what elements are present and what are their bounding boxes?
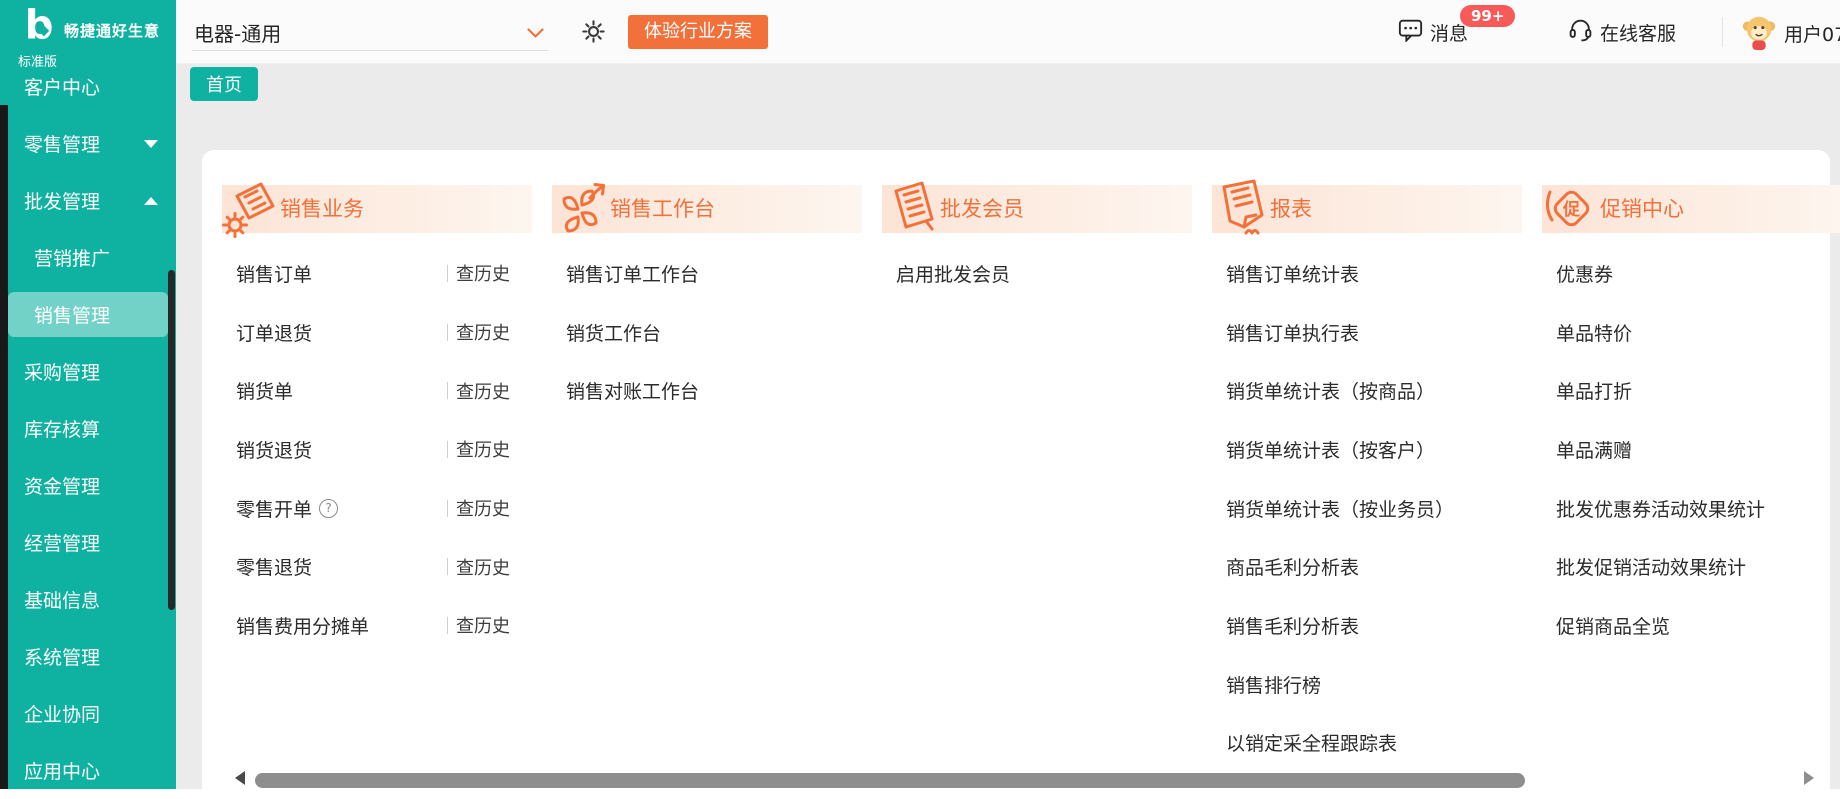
support-label: 在线客服 [1600, 22, 1677, 45]
topbar: 电器-通用 体验行业方案 消息 99+ 在线客服 用户07 [176, 0, 1840, 64]
sales-clipboard-gear-icon [220, 175, 280, 239]
left-edge-strip [0, 105, 8, 789]
help-icon[interactable]: ? [319, 498, 339, 518]
brand-name: 畅捷通好生意 [64, 22, 161, 40]
view-history-link[interactable]: 查历史 [447, 479, 510, 538]
menu-item-wholesale-coupon-stats[interactable]: 批发优惠券活动效果统计 [1556, 479, 1840, 538]
menu-item-sales-order-execution[interactable]: 销售订单执行表 [1226, 303, 1542, 362]
trial-industry-plan-button[interactable]: 体验行业方案 [628, 15, 768, 49]
sidebar-item-retail[interactable]: 零售管理 [0, 115, 176, 172]
member-notepad-icon [880, 175, 940, 239]
online-support-button[interactable]: 在线客服 [1568, 0, 1676, 64]
chevron-down-icon [527, 24, 544, 43]
sidebar-menu: 客户中心 零售管理 批发管理 营销推广 销售管理 采购管理 库存核算 资金管理 … [0, 58, 176, 799]
view-history-link[interactable]: 查历史 [447, 596, 510, 655]
messages-badge: 99+ [1460, 5, 1516, 27]
menu-item-invoice-stats-by-salesperson[interactable]: 销货单统计表（按业务员） [1226, 479, 1542, 538]
content-area: 首页 销售业务 销售订单 查历史 订单退货 查历史 销货单 查历史 销货退货 查… [176, 64, 1840, 789]
column-sales-business: 销售业务 销售订单 查历史 订单退货 查历史 销货单 查历史 销货退货 查历史 … [222, 150, 552, 789]
report-sheet-icon [1210, 175, 1270, 239]
menu-item-sales-return[interactable]: 销货退货 查历史 [236, 420, 552, 479]
sidebar-item-marketing[interactable]: 营销推广 [0, 229, 176, 286]
menu-item-sales-invoice[interactable]: 销货单 查历史 [236, 361, 552, 420]
headset-icon [1568, 17, 1593, 47]
sidebar-item-funds[interactable]: 资金管理 [0, 457, 176, 514]
menu-item-sales-order-workbench[interactable]: 销售订单工作台 [566, 244, 882, 303]
menu-item-invoice-workbench[interactable]: 销货工作台 [566, 303, 882, 362]
messages-button[interactable]: 消息 [1398, 0, 1468, 64]
menu-item-coupon[interactable]: 优惠券 [1556, 244, 1840, 303]
column-title: 促销中心 [1600, 197, 1684, 221]
sidebar-item-sales-management[interactable]: 销售管理 [0, 286, 176, 343]
view-history-link[interactable]: 查历史 [447, 303, 510, 362]
sidebar-item-wholesale[interactable]: 批发管理 [0, 172, 176, 229]
user-label[interactable]: 用户07 [1784, 20, 1840, 47]
settings-gear-icon[interactable] [580, 18, 608, 46]
sidebar-item-basic-info[interactable]: 基础信息 [0, 571, 176, 628]
sidebar-item-purchasing[interactable]: 采购管理 [0, 343, 176, 400]
menu-item-retail-billing[interactable]: 零售开单? 查历史 [236, 479, 552, 538]
menu-item-reconciliation-workbench[interactable]: 销售对账工作台 [566, 361, 882, 420]
column-promotion-center: 促 促销中心 优惠券 单品特价 单品打折 单品满赠 批发优惠券活动效果统计 批发… [1542, 150, 1840, 789]
menu-item-invoice-stats-by-customer[interactable]: 销货单统计表（按客户） [1226, 420, 1542, 479]
scroll-right-arrow-icon[interactable] [1804, 771, 1814, 785]
menu-item-sales-expense-allocation[interactable]: 销售费用分摊单 查历史 [236, 596, 552, 655]
column-title: 批发会员 [940, 197, 1024, 221]
content-card: 销售业务 销售订单 查历史 订单退货 查历史 销货单 查历史 销货退货 查历史 … [202, 150, 1840, 789]
column-header: 销售业务 [222, 182, 532, 238]
menu-item-single-special-price[interactable]: 单品特价 [1556, 303, 1840, 362]
menu-item-promo-product-overview[interactable]: 促销商品全览 [1556, 596, 1840, 655]
menu-item-wholesale-promo-stats[interactable]: 批发促销活动效果统计 [1556, 537, 1840, 596]
menu-item-single-discount[interactable]: 单品打折 [1556, 361, 1840, 420]
column-sales-workbench: 销售工作台 销售订单工作台 销货工作台 销售对账工作台 [552, 150, 882, 789]
svg-text:b: b [25, 4, 54, 48]
column-header: 批发会员 [882, 181, 1192, 233]
column-title: 销售业务 [280, 197, 364, 221]
menu-item-sales-ranking[interactable]: 销售排行榜 [1226, 655, 1542, 714]
menu-item-sales-order-stats[interactable]: 销售订单统计表 [1226, 244, 1542, 303]
menu-item-enable-wholesale-member[interactable]: 启用批发会员 [896, 244, 1212, 303]
sidebar-scrollbar-thumb[interactable] [168, 270, 175, 610]
menu-item-invoice-stats-by-product[interactable]: 销货单统计表（按商品） [1226, 361, 1542, 420]
view-history-link[interactable]: 查历史 [447, 537, 510, 596]
message-bubble-icon [1398, 17, 1423, 47]
column-header: 销售工作台 [552, 183, 862, 233]
tab-home[interactable]: 首页 [190, 67, 258, 101]
chevron-up-icon [144, 197, 158, 205]
column-wholesale-member: 批发会员 启用批发会员 [882, 150, 1212, 789]
column-header: 促 促销中心 [1542, 185, 1840, 233]
sidebar-item-system[interactable]: 系统管理 [0, 628, 176, 685]
menu-item-order-to-purchase-tracking[interactable]: 以销定采全程跟踪表 [1226, 714, 1542, 773]
promo-badge-icon: 促 [1540, 175, 1600, 239]
account-name: 电器-通用 [194, 22, 282, 46]
view-history-link[interactable]: 查历史 [447, 420, 510, 479]
svg-text:促: 促 [1562, 199, 1580, 220]
column-title: 报表 [1270, 197, 1312, 221]
sidebar-item-collaboration[interactable]: 企业协同 [0, 685, 176, 742]
menu-item-single-gift[interactable]: 单品满赠 [1556, 420, 1840, 479]
sidebar: b 畅捷通好生意 标准版 客户中心 零售管理 批发管理 营销推广 销售管理 采购… [0, 0, 176, 789]
menu-item-retail-return[interactable]: 零售退货 查历史 [236, 537, 552, 596]
sidebar-item-operations[interactable]: 经营管理 [0, 514, 176, 571]
column-reports: 报表 销售订单统计表 销售订单执行表 销货单统计表（按商品） 销货单统计表（按客… [1212, 150, 1542, 789]
topbar-divider [1722, 17, 1723, 47]
view-history-link[interactable]: 查历史 [447, 361, 510, 420]
column-header: 报表 [1212, 179, 1522, 235]
logo-b-icon: b [25, 2, 54, 48]
menu-item-order-return[interactable]: 订单退货 查历史 [236, 303, 552, 362]
menu-item-sales-order[interactable]: 销售订单 查历史 [236, 244, 552, 303]
sidebar-item-app-center[interactable]: 应用中心 [0, 742, 176, 799]
workbench-pinwheel-icon [550, 175, 610, 239]
scroll-left-arrow-icon[interactable] [235, 771, 245, 785]
avatar[interactable] [1740, 12, 1778, 50]
column-title: 销售工作台 [610, 197, 715, 221]
view-history-link[interactable]: 查历史 [447, 244, 510, 303]
sidebar-item-inventory[interactable]: 库存核算 [0, 400, 176, 457]
menu-item-sales-gross-profit[interactable]: 销售毛利分析表 [1226, 596, 1542, 655]
sidebar-item-customer-center[interactable]: 客户中心 [0, 58, 176, 115]
menu-item-product-gross-profit[interactable]: 商品毛利分析表 [1226, 537, 1542, 596]
horizontal-scrollbar-thumb[interactable] [255, 773, 1525, 788]
account-dropdown[interactable]: 电器-通用 [192, 12, 548, 51]
chevron-down-icon [144, 140, 158, 148]
